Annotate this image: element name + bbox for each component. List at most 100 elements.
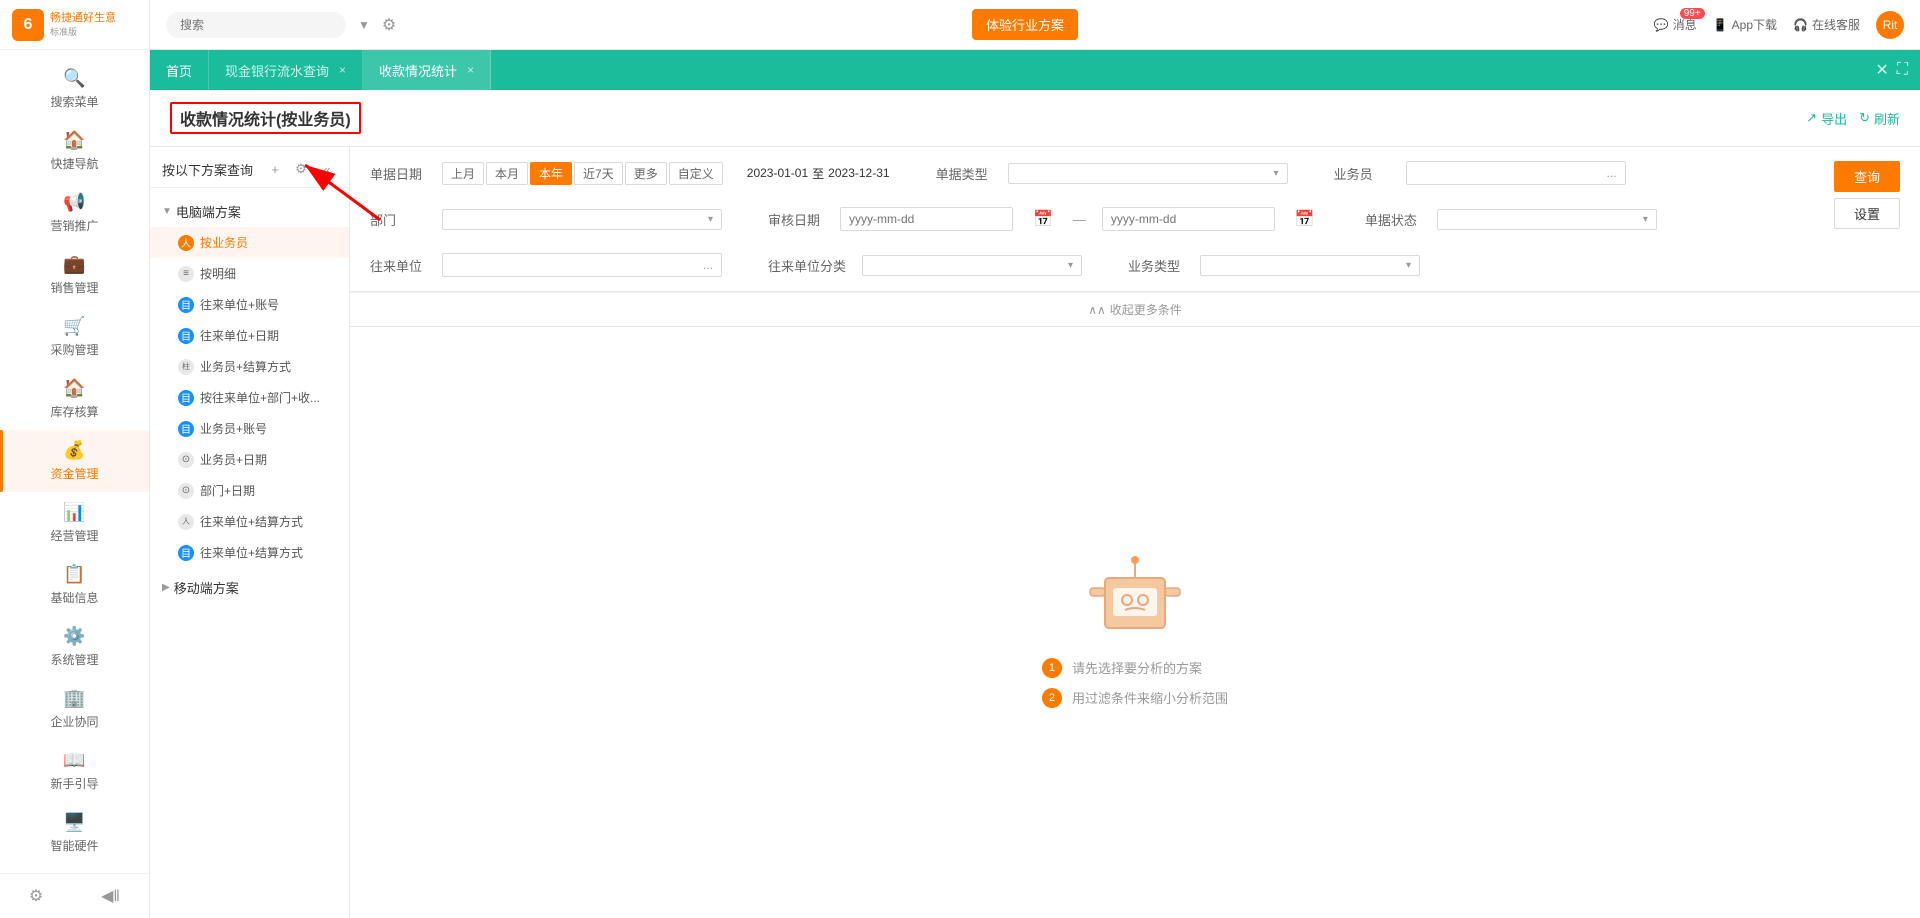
date-btn-this-year[interactable]: 本年 xyxy=(530,162,572,185)
tree-item-counterpart-payment2[interactable]: 目 往来单位+结算方式 xyxy=(150,537,349,568)
sidebar-item-quicknav[interactable]: 🏠 快捷导航 xyxy=(0,120,149,182)
tree-desktop-label: 电脑端方案 xyxy=(176,202,241,221)
tree-item-by-salesperson[interactable]: 人 按业务员 xyxy=(150,227,349,258)
online-service-button[interactable]: 🎧 在线客服 xyxy=(1793,16,1860,33)
review-date-label: 审核日期 xyxy=(768,210,824,229)
doc-status-select[interactable]: ▾ xyxy=(1437,209,1657,230)
doc-status-label: 单据状态 xyxy=(1365,210,1421,229)
tab-maximize-btn[interactable]: ⛶ xyxy=(1897,61,1908,79)
date-btn-this-month[interactable]: 本月 xyxy=(486,162,528,185)
salesperson-select[interactable]: ... xyxy=(1406,161,1626,185)
tree-desktop-root[interactable]: ▼ 电脑端方案 xyxy=(150,196,349,227)
biz-type-select[interactable]: ▾ xyxy=(1200,255,1420,276)
sidebar-item-inventory[interactable]: 🏠 库存核算 xyxy=(0,368,149,430)
date-btn-7days[interactable]: 近7天 xyxy=(574,162,623,185)
sidebar-item-system[interactable]: ⚙️ 系统管理 xyxy=(0,616,149,678)
biz-type-chevron-icon: ▾ xyxy=(1406,260,1411,271)
sidebar-item-purchase[interactable]: 🛒 采购管理 xyxy=(0,306,149,368)
review-date-from[interactable] xyxy=(840,207,1013,231)
sidebar-item-search[interactable]: 🔍 搜索菜单 xyxy=(0,58,149,120)
tab-bank[interactable]: 现金银行流水查询 × xyxy=(209,50,363,90)
date-dash: — xyxy=(1073,212,1086,227)
sidebar-item-wechat[interactable]: 💬 企业微信 xyxy=(0,864,149,873)
panel-settings-btn[interactable]: ⚙ xyxy=(291,159,311,179)
sidebar-item-basic[interactable]: 📋 基础信息 xyxy=(0,554,149,616)
right-panel: 单据日期 上月 本月 本年 近7天 更多 自定义 xyxy=(350,147,1920,918)
tab-bank-label: 现金银行流水查询 xyxy=(225,61,329,80)
counterpart-payment2-icon: 目 xyxy=(178,545,194,561)
tree-item-counterpart-dept[interactable]: 目 按往来单位+部门+收... xyxy=(150,382,349,413)
tree-item-salesperson-date[interactable]: ⊙ 业务员+日期 xyxy=(150,444,349,475)
empty-step-1: 1 请先选择要分析的方案 xyxy=(1042,658,1228,678)
sidebar-collapse-btn[interactable]: ◀‖ xyxy=(101,886,120,906)
dept-select[interactable]: ▾ xyxy=(442,209,722,230)
date-range: 2023-01-01 至 2023-12-31 xyxy=(747,165,890,182)
tree-mobile-label: 移动端方案 xyxy=(174,578,239,597)
tree-item-counterpart-account[interactable]: 目 往来单位+账号 xyxy=(150,289,349,320)
dept-filter-row: 部门 ▾ 审核日期 📅 — 📅 xyxy=(370,207,1818,231)
tree-item-by-detail[interactable]: ≡ 按明细 xyxy=(150,258,349,289)
topbar-gear-icon[interactable]: ⚙ xyxy=(382,15,396,35)
solution-button[interactable]: 体验行业方案 xyxy=(972,9,1078,40)
panel-add-btn[interactable]: + xyxy=(265,159,285,179)
corp-icon: 🏢 xyxy=(63,688,85,709)
panel-collapse-btn[interactable]: « xyxy=(317,159,337,179)
counterpart-date-icon: 目 xyxy=(178,328,194,344)
tree-mobile-expand-icon: ▶ xyxy=(162,582,170,593)
settings-button[interactable]: 设置 xyxy=(1834,198,1900,229)
collapse-text: ∧∧ 收起更多条件 xyxy=(1088,301,1182,318)
tree-item-label: 往来单位+结算方式 xyxy=(200,544,303,561)
left-panel: 按以下方案查询 + ⚙ « ▼ 电脑端方案 人 按业务员 xyxy=(150,147,350,918)
tree-mobile-root[interactable]: ▶ 移动端方案 xyxy=(150,572,349,603)
detail-icon: ≡ xyxy=(178,266,194,282)
tree-item-counterpart-date[interactable]: 目 往来单位+日期 xyxy=(150,320,349,351)
salesperson-more-btn[interactable]: ... xyxy=(1607,166,1617,180)
tree-item-salesperson-payment[interactable]: 柱 业务员+结算方式 xyxy=(150,351,349,382)
export-button[interactable]: ↗ 导出 xyxy=(1806,109,1847,128)
counterpart-more[interactable]: ... xyxy=(703,258,713,272)
date-btn-custom[interactable]: 自定义 xyxy=(669,162,723,185)
tab-home[interactable]: 首页 xyxy=(150,50,209,90)
tree-item-dept-date[interactable]: ⊙ 部门+日期 xyxy=(150,475,349,506)
tab-collection-close[interactable]: × xyxy=(467,63,474,77)
tree-item-label: 部门+日期 xyxy=(200,482,255,499)
date-shortcuts: 上月 本月 本年 近7天 更多 自定义 xyxy=(442,162,723,185)
tree-item-salesperson-account[interactable]: 目 业务员+账号 xyxy=(150,413,349,444)
counterpart-select[interactable]: ... xyxy=(442,253,722,277)
empty-state: 1 请先选择要分析的方案 2 用过滤条件来缩小分析范围 xyxy=(350,327,1920,918)
main-content: ▼ ⚙ 体验行业方案 💬 消息 99+ 📱 App下载 🎧 在线客服 xyxy=(150,0,1920,918)
tab-bank-close[interactable]: × xyxy=(339,63,346,77)
refresh-button[interactable]: ↻ 刷新 xyxy=(1859,109,1900,128)
counterpart-type-select[interactable]: ▾ xyxy=(862,255,1082,276)
sidebar-item-finance[interactable]: 💰 资金管理 xyxy=(0,430,149,492)
sidebar-item-marketing[interactable]: 📢 营销推广 xyxy=(0,182,149,244)
calendar-from-icon[interactable]: 📅 xyxy=(1033,209,1053,229)
collapse-bar[interactable]: ∧∧ 收起更多条件 xyxy=(350,292,1920,327)
date-btn-last-month[interactable]: 上月 xyxy=(442,162,484,185)
sidebar-item-sales[interactable]: 💼 销售管理 xyxy=(0,244,149,306)
query-button[interactable]: 查询 xyxy=(1834,161,1900,192)
date-btn-more[interactable]: 更多 xyxy=(625,162,667,185)
doc-type-select[interactable]: ▾ xyxy=(1008,163,1288,184)
tab-collection[interactable]: 收款情况统计 × xyxy=(363,50,491,90)
app-download-button[interactable]: 📱 App下载 xyxy=(1713,16,1777,33)
topbar-dropdown-arrow[interactable]: ▼ xyxy=(358,18,370,32)
sidebar-item-operation[interactable]: 📊 经营管理 xyxy=(0,492,149,554)
message-button[interactable]: 💬 消息 99+ xyxy=(1654,16,1697,33)
tree-item-counterpart-payment1[interactable]: 人 往来单位+结算方式 xyxy=(150,506,349,537)
review-date-to[interactable] xyxy=(1102,207,1275,231)
sidebar-item-corp[interactable]: 🏢 企业协同 xyxy=(0,678,149,740)
user-avatar-button[interactable]: Rit xyxy=(1876,11,1904,39)
biz-type-label: 业务类型 xyxy=(1128,256,1184,275)
topbar: ▼ ⚙ 体验行业方案 💬 消息 99+ 📱 App下载 🎧 在线客服 xyxy=(150,0,1920,50)
tab-close-window-btn[interactable]: ✕ xyxy=(1875,60,1888,80)
search-input[interactable] xyxy=(166,12,346,38)
sidebar-settings-btn[interactable]: ⚙ xyxy=(29,886,43,906)
sidebar-item-label: 搜索菜单 xyxy=(50,93,98,110)
sidebar-item-guide[interactable]: 📖 新手引导 xyxy=(0,740,149,802)
page-title: 收款情况统计(按业务员) xyxy=(170,102,361,134)
calendar-to-icon[interactable]: 📅 xyxy=(1295,209,1315,229)
service-icon: 🎧 xyxy=(1793,18,1808,32)
tabbar: 首页 现金银行流水查询 × 收款情况统计 × ✕ ⛶ xyxy=(150,50,1920,90)
sidebar-item-hardware[interactable]: 🖥️ 智能硬件 xyxy=(0,802,149,864)
